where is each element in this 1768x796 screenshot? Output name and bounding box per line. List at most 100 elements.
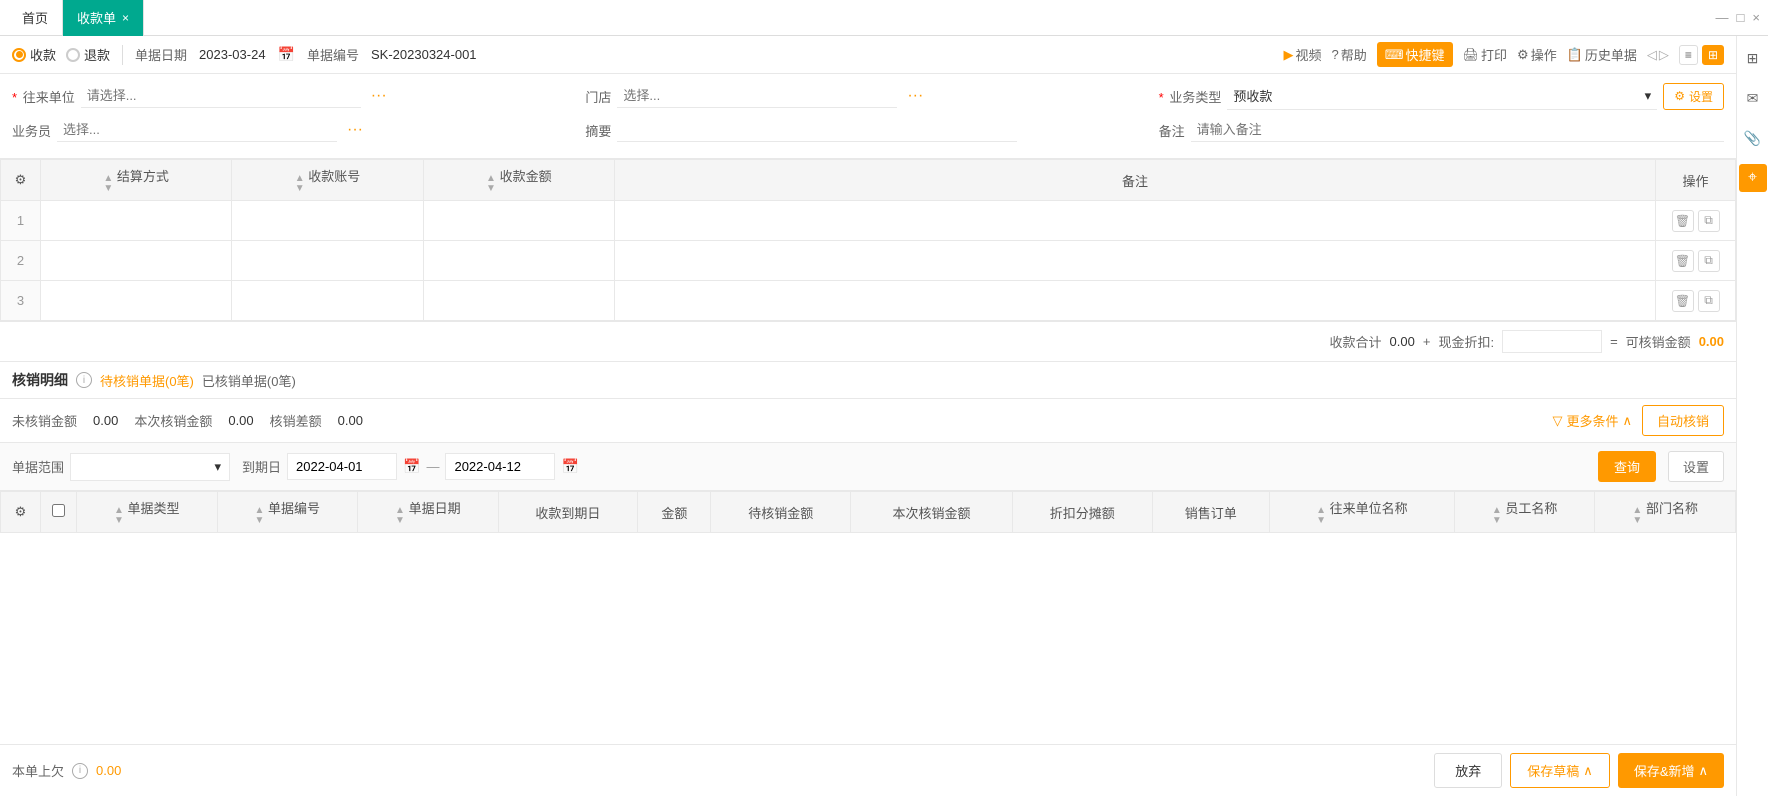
bt-type-header: ▲▼ 单据类型 [77,492,218,533]
row-2-action: 🗑 ⧉ [1656,241,1736,281]
close-btn[interactable]: × [1752,10,1760,25]
row-3-note[interactable] [615,281,1656,321]
sidebar-screenshot-btn[interactable]: ⌖ [1739,164,1767,192]
maximize-btn[interactable]: □ [1737,10,1745,25]
video-icon: ▶ [1283,47,1293,63]
bt-sales-order-header: 销售订单 [1152,492,1270,533]
row-1-action: 🗑 ⧉ [1656,201,1736,241]
row-3-delete-btn[interactable]: 🗑 [1672,290,1694,312]
save-draft-btn[interactable]: 保存草稿 ∧ [1510,753,1610,788]
store-input[interactable] [617,84,897,108]
staff-input[interactable] [57,118,337,142]
prev-arrow[interactable]: ◁ [1647,47,1657,63]
table-row: 1 🗑 ⧉ [1,201,1736,241]
note-input[interactable] [1191,118,1724,142]
dropdown-icon: ▾ [1645,88,1652,104]
row-1-copy-btn[interactable]: ⧉ [1698,210,1720,232]
row-2-delete-btn[interactable]: 🗑 [1672,250,1694,272]
save-new-btn[interactable]: 保存&新增 ∧ [1618,753,1724,788]
video-btn[interactable]: ▶ 视频 [1283,45,1321,64]
form-settings-btn[interactable]: ⚙ 设置 [1663,83,1724,110]
refund-radio[interactable]: 退款 [66,45,110,64]
tab-receipt-close[interactable]: × [122,11,129,25]
print-btn[interactable]: 🖨 打印 [1463,45,1508,64]
plus-sign: + [1423,334,1431,349]
bt-settings-header[interactable]: ⚙ [1,492,41,533]
row-3-copy-btn[interactable]: ⧉ [1698,290,1720,312]
minimize-btn[interactable]: — [1716,10,1729,25]
store-field: 门店 ··· [585,84,1150,108]
staff-more-btn[interactable]: ··· [343,121,367,139]
unclaimed-value: 0.00 [93,413,118,428]
row-3-num: 3 [1,281,41,321]
more-conditions-btn[interactable]: ▽ 更多条件 ∧ [1552,411,1632,430]
row-1-settlement[interactable] [41,201,232,241]
range-select[interactable]: ▾ [70,453,230,481]
auto-reconcile-btn[interactable]: 自动核销 [1642,405,1724,436]
select-all-checkbox[interactable] [52,504,65,517]
list-view-btn[interactable]: ≡ [1679,45,1698,65]
prev-info-icon[interactable]: i [72,763,88,779]
operation-btn[interactable]: ⚙ 操作 [1517,45,1557,64]
bt-dept-header: ▲▼ 部门名称 [1595,492,1736,533]
to-date-input[interactable] [445,453,555,480]
to-date-calendar-icon[interactable]: 📅 [561,458,578,475]
note-label: 备注 [1159,121,1185,140]
row-2-account[interactable] [232,241,423,281]
abandon-btn[interactable]: 放弃 [1434,753,1502,788]
sidebar-table-btn[interactable]: ⊞ [1739,44,1767,72]
view-icons: ≡ ⊞ [1679,45,1724,65]
pending-tab-link[interactable]: 待核销单据(0笔) [100,371,194,390]
gear-icon: ⚙ [1674,89,1685,103]
summary-row: 收款合计 0.00 + 现金折扣: = 可核销金额 0.00 [0,322,1736,362]
tab-home-label: 首页 [22,8,48,27]
footer: 本单上欠 i 0.00 放弃 保存草稿 ∧ 保存&新增 ∧ [0,744,1736,796]
help-btn[interactable]: ? 帮助 [1331,45,1366,64]
tab-home[interactable]: 首页 [8,0,63,36]
from-date-calendar-icon[interactable]: 📅 [403,458,420,475]
shortcut-btn[interactable]: ⌨ 快捷键 [1377,42,1453,67]
col-amount-header: ▲▼ 收款金额 [423,160,614,201]
row-3-amount[interactable] [423,281,614,321]
sidebar-attachment-btn[interactable]: 📎 [1739,124,1767,152]
done-tab-link[interactable]: 已核销单据(0笔) [202,371,296,390]
current-value: 0.00 [228,413,253,428]
query-btn[interactable]: 查询 [1598,451,1656,482]
tab-receipt[interactable]: 收款单 × [63,0,144,36]
summary-input[interactable] [617,118,1017,142]
save-draft-label: 保存草稿 [1527,761,1579,780]
store-more-btn[interactable]: ··· [903,87,927,105]
bt-staff-header: ▲▼ 员工名称 [1454,492,1595,533]
staff-field: 业务员 ··· [12,118,577,142]
biz-type-select[interactable]: 预收款 ▾ [1227,82,1657,110]
col-note-header: 备注 [615,160,1656,201]
refund-radio-dot [66,48,80,62]
receipt-radio[interactable]: 收款 [12,45,56,64]
biz-type-value: 预收款 [1233,86,1272,105]
counterpart-input[interactable] [81,84,361,108]
row-2-note[interactable] [615,241,1656,281]
calendar-icon[interactable]: 📅 [278,46,295,63]
form-view-btn[interactable]: ⊞ [1702,45,1724,65]
row-1-account[interactable] [232,201,423,241]
row-2-amount[interactable] [423,241,614,281]
receipt-radio-label: 收款 [30,45,56,64]
next-arrow[interactable]: ▷ [1659,47,1669,63]
row-1-amount[interactable] [423,201,614,241]
form-area: * 往来单位 ··· 门店 ··· * 业务类型 预收款 ▾ [0,74,1736,159]
tab-receipt-label: 收款单 [77,8,116,27]
discount-input[interactable] [1502,330,1602,353]
row-1-delete-btn[interactable]: 🗑 [1672,210,1694,232]
row-3-account[interactable] [232,281,423,321]
history-btn[interactable]: 📋 历史单据 [1567,45,1637,64]
sidebar-email-btn[interactable]: ✉ [1739,84,1767,112]
row-2-settlement[interactable] [41,241,232,281]
row-1-note[interactable] [615,201,1656,241]
row-3-settlement[interactable] [41,281,232,321]
col-settings-header[interactable]: ⚙ [1,160,41,201]
from-date-input[interactable] [287,453,397,480]
search-settings-btn[interactable]: 设置 [1668,451,1724,482]
reconcile-info-icon[interactable]: i [76,372,92,388]
counterpart-more-btn[interactable]: ··· [367,87,391,105]
row-2-copy-btn[interactable]: ⧉ [1698,250,1720,272]
